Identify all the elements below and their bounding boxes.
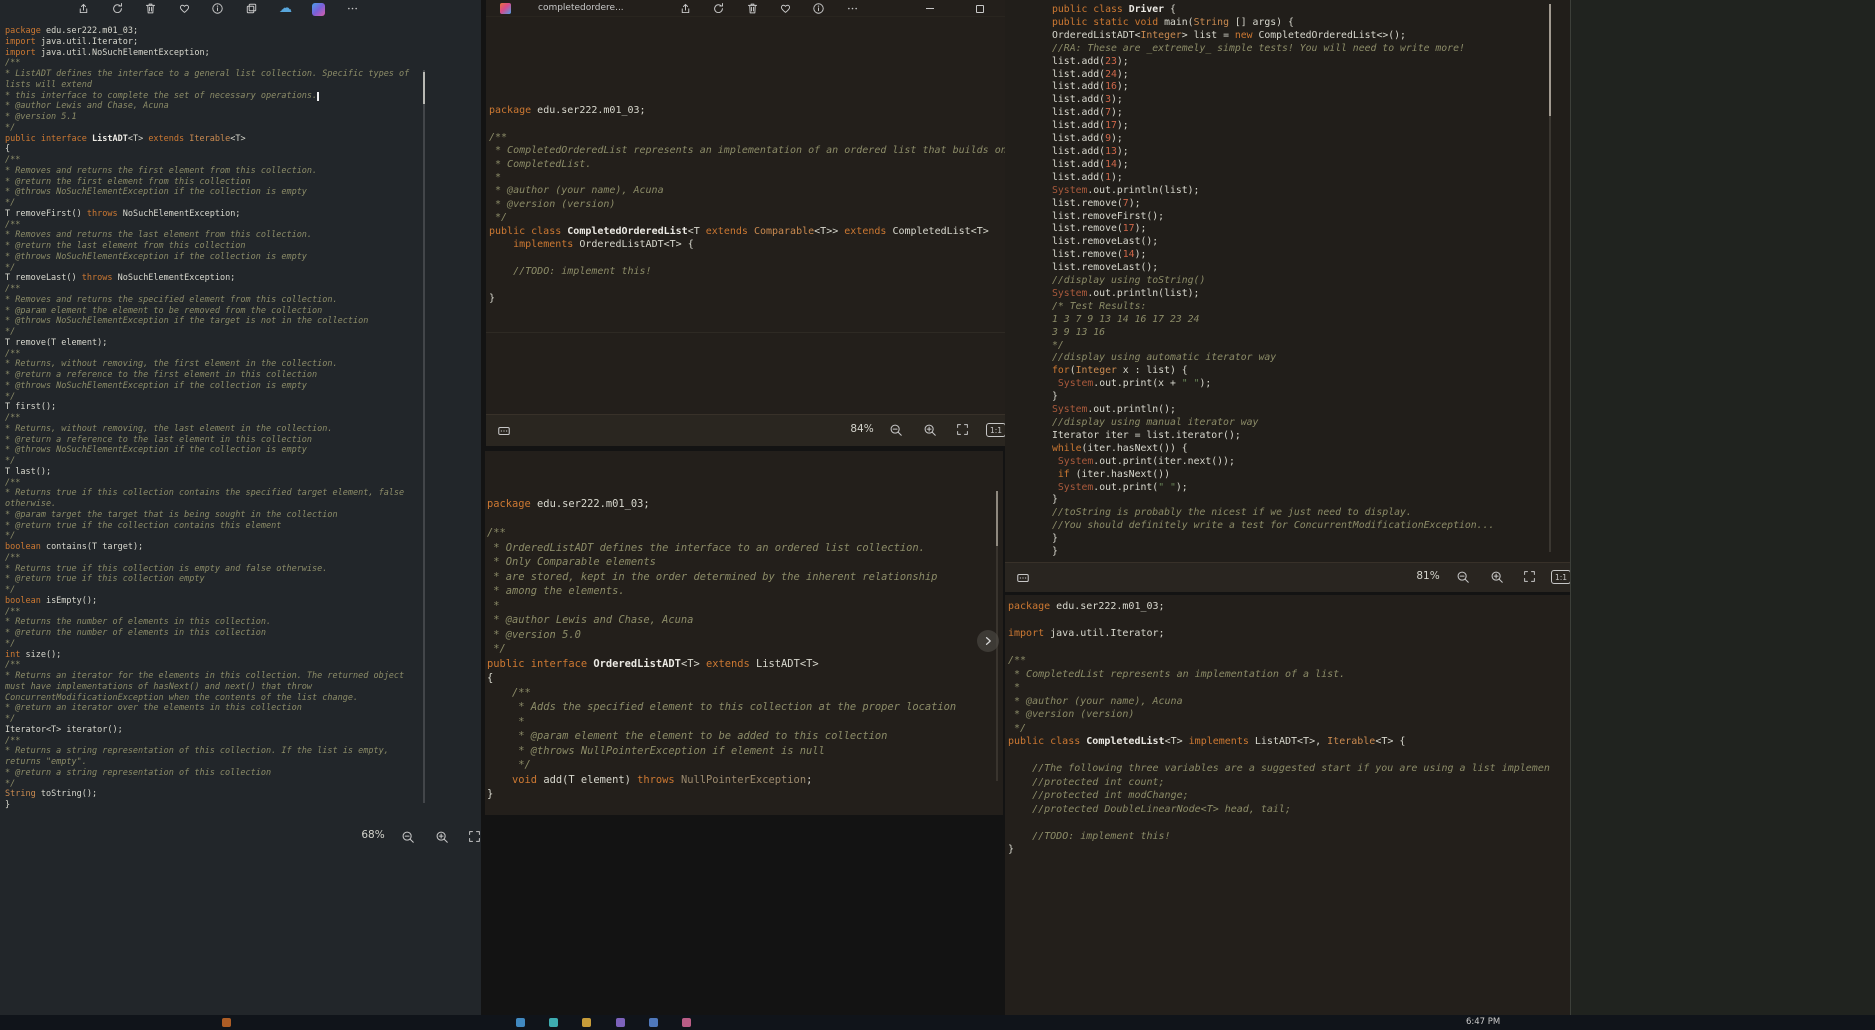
- info-icon[interactable]: [210, 1, 225, 16]
- viewer-completedlist-window: package edu.ser222.m01_03; import java.u…: [1005, 595, 1570, 1015]
- info-icon[interactable]: [811, 1, 826, 16]
- more-icon[interactable]: [845, 1, 860, 16]
- taskbar-app-icon[interactable]: [582, 1018, 591, 1027]
- share-icon[interactable]: [678, 1, 693, 16]
- share-icon[interactable]: [76, 1, 91, 16]
- delete-icon[interactable]: [143, 1, 158, 16]
- taskbar: 6:47 PM: [0, 1015, 1875, 1030]
- zoom-bar: 84% 1:1: [486, 414, 1050, 446]
- taskbar-app-icon[interactable]: [616, 1018, 625, 1027]
- zoom-out-icon[interactable]: [1455, 569, 1470, 584]
- viewer-driver-window: public class Driver {public static void …: [1005, 0, 1570, 592]
- taskbar-app-icon[interactable]: [549, 1018, 558, 1027]
- more-icon[interactable]: [345, 1, 360, 16]
- code-image-completedorderedlist[interactable]: package edu.ser222.m01_03; /** * Complet…: [489, 104, 1049, 305]
- actual-size-icon[interactable]: 1:1: [1551, 570, 1570, 584]
- zoom-out-icon[interactable]: [400, 829, 415, 844]
- rotate-icon[interactable]: [711, 1, 726, 16]
- maximize-button[interactable]: [972, 1, 988, 16]
- filmstrip-icon[interactable]: [496, 423, 511, 438]
- zoom-in-icon[interactable]: [1489, 569, 1504, 584]
- taskbar-app-icon[interactable]: [649, 1018, 658, 1027]
- taskbar-app-icon[interactable]: [682, 1018, 691, 1027]
- fullscreen-icon[interactable]: [467, 829, 481, 844]
- zoom-level-label: 81%: [1416, 570, 1440, 582]
- copy-icon[interactable]: [244, 1, 259, 16]
- fit-to-window-icon[interactable]: [955, 422, 970, 437]
- scrollbar-thumb[interactable]: [423, 72, 425, 104]
- delete-icon[interactable]: [745, 1, 760, 16]
- viewer-orderedlistadt-window: package edu.ser222.m01_03; /** * Ordered…: [485, 451, 1003, 815]
- scrollbar-track: [423, 70, 425, 803]
- code-image-driver[interactable]: public class Driver {public static void …: [1052, 4, 1567, 559]
- cloud-upload-icon[interactable]: ☁: [278, 1, 293, 16]
- app-icon: [500, 3, 511, 14]
- code-image-completedlist[interactable]: package edu.ser222.m01_03; import java.u…: [1008, 600, 1568, 857]
- favorite-icon[interactable]: [778, 1, 793, 16]
- viewer-completedorderedlist-window: completedordere... × package edu.ser222.…: [486, 0, 1050, 446]
- zoom-out-icon[interactable]: [888, 422, 903, 437]
- rotate-icon[interactable]: [110, 1, 125, 16]
- zoom-bar: 81% 1:1: [1005, 562, 1570, 592]
- next-image-button[interactable]: [977, 630, 999, 652]
- filmstrip-icon[interactable]: [1015, 570, 1030, 585]
- background-window: [1570, 0, 1875, 1015]
- zoom-in-icon[interactable]: [922, 422, 937, 437]
- window-title: completedordere...: [538, 3, 624, 13]
- code-image-orderedlistadt[interactable]: package edu.ser222.m01_03; /** * Ordered…: [487, 497, 1001, 802]
- taskbar-app-icon[interactable]: [516, 1018, 525, 1027]
- code-image-listadt[interactable]: package edu.ser222.m01_03; import java.ut…: [5, 26, 423, 811]
- viewer-listadt-window: ☁ package edu.ser222.m01_03; import java.…: [0, 0, 481, 1015]
- taskbar-app-icon[interactable]: [222, 1018, 231, 1027]
- zoom-in-icon[interactable]: [434, 829, 449, 844]
- scrollbar-thumb[interactable]: [996, 491, 998, 546]
- scrollbar-thumb[interactable]: [1549, 4, 1551, 116]
- zoom-level-label: 84%: [850, 423, 874, 435]
- favorite-icon[interactable]: [177, 1, 192, 16]
- zoom-level-label: 68%: [361, 829, 385, 841]
- minimize-button[interactable]: [922, 1, 938, 16]
- actual-size-icon[interactable]: 1:1: [986, 423, 1006, 437]
- fit-to-window-icon[interactable]: [1522, 569, 1537, 584]
- edit-app-icon[interactable]: [311, 2, 326, 17]
- image-edge: [486, 332, 1050, 333]
- clock[interactable]: 6:47 PM: [1466, 1017, 1500, 1027]
- title-bar[interactable]: completedordere... ×: [486, 0, 1050, 17]
